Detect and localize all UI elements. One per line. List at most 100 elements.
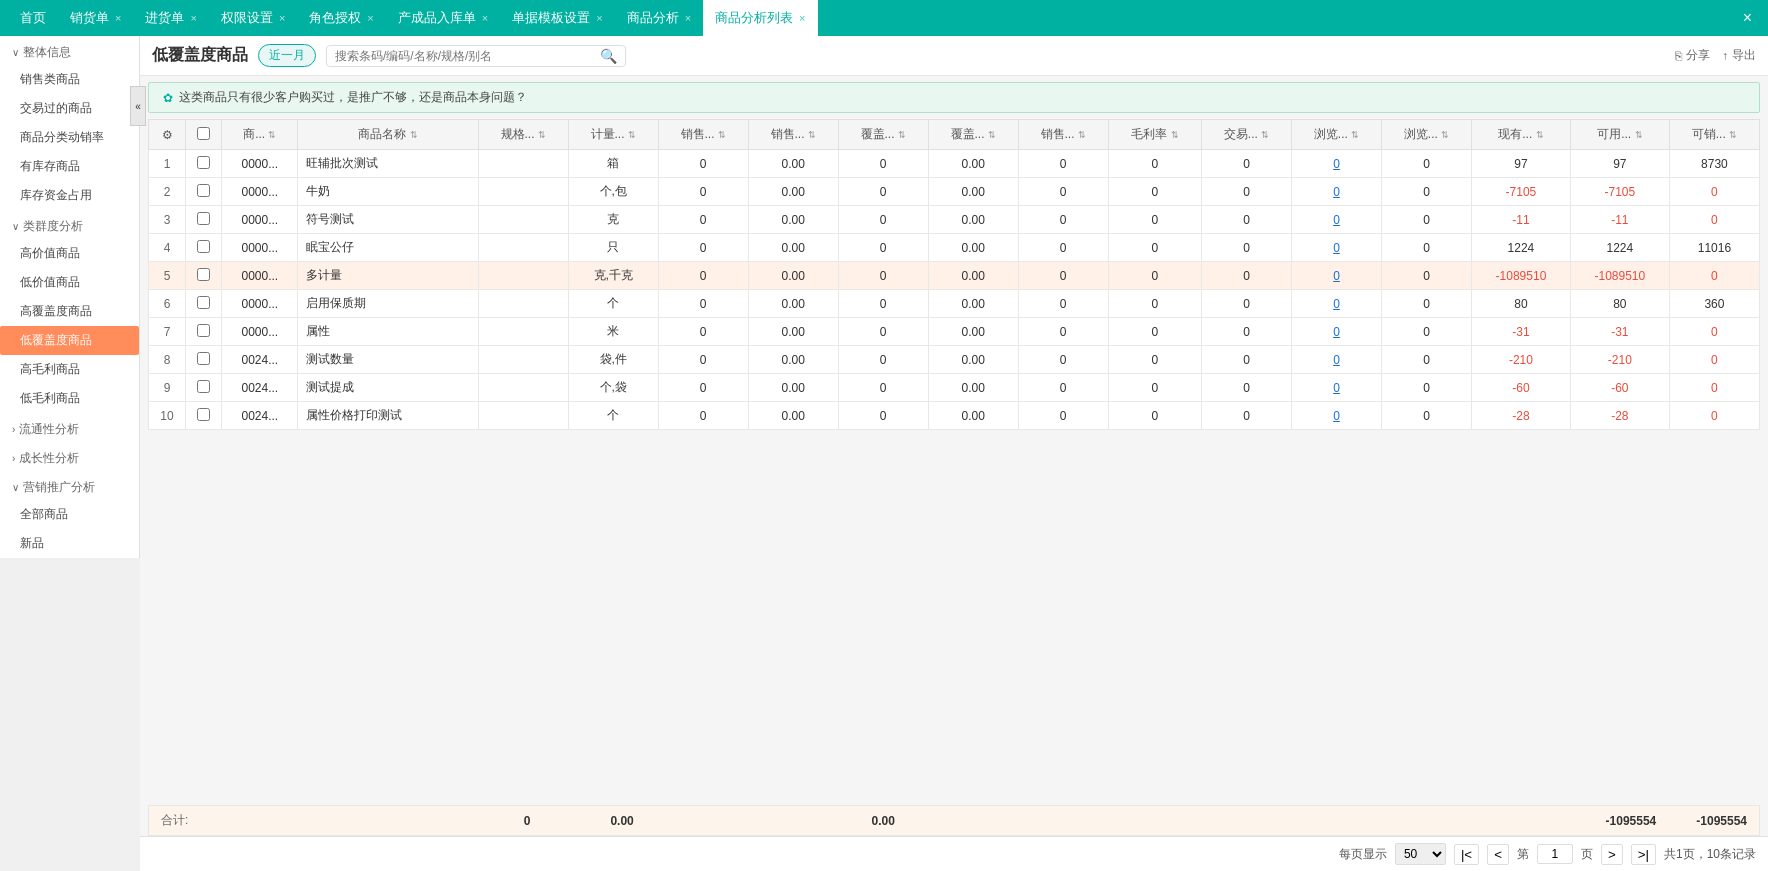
close-icon[interactable]: × <box>190 12 196 24</box>
sidebar-section-class-analysis[interactable]: ∨ 类群度分析 <box>0 210 139 239</box>
close-icon[interactable]: × <box>115 12 121 24</box>
sidebar-item-low-coverage[interactable]: 低覆盖度商品 <box>0 326 139 355</box>
sidebar-item-traded-goods[interactable]: 交易过的商品 <box>0 94 139 123</box>
close-icon[interactable]: × <box>596 12 602 24</box>
cell-checkbox[interactable] <box>186 206 222 234</box>
nav-tab-analysis-list[interactable]: 商品分析列表 × <box>703 0 817 36</box>
page-size-select[interactable]: 50 20 100 <box>1395 843 1446 865</box>
row-checkbox[interactable] <box>197 352 210 365</box>
nav-tab-sales[interactable]: 销货单 × <box>58 0 133 36</box>
first-page-button[interactable]: |< <box>1454 844 1479 865</box>
close-all-button[interactable]: × <box>1735 9 1760 27</box>
col-sales-amt[interactable]: 销售... ⇅ <box>748 120 838 150</box>
col-browse1[interactable]: 浏览... ⇅ <box>1292 120 1382 150</box>
browse-link[interactable]: 0 <box>1333 185 1340 199</box>
close-icon[interactable]: × <box>279 12 285 24</box>
col-stock1[interactable]: 现有... ⇅ <box>1472 120 1571 150</box>
cell-checkbox[interactable] <box>186 346 222 374</box>
nav-tab-purchase[interactable]: 进货单 × <box>133 0 208 36</box>
row-checkbox[interactable] <box>197 380 210 393</box>
cell-browse1[interactable]: 0 <box>1292 178 1382 206</box>
row-checkbox[interactable] <box>197 212 210 225</box>
cell-browse1[interactable]: 0 <box>1292 206 1382 234</box>
col-stock3[interactable]: 可销... ⇅ <box>1669 120 1759 150</box>
page-input[interactable] <box>1537 844 1573 864</box>
sidebar-item-inventory-capital[interactable]: 库存资金占用 <box>0 181 139 210</box>
nav-tab-analysis[interactable]: 商品分析 × <box>615 0 703 36</box>
cell-checkbox[interactable] <box>186 262 222 290</box>
browse-link[interactable]: 0 <box>1333 213 1340 227</box>
col-unit[interactable]: 计量... ⇅ <box>568 120 658 150</box>
col-spec[interactable]: 规格... ⇅ <box>478 120 568 150</box>
row-checkbox[interactable] <box>197 408 210 421</box>
row-checkbox[interactable] <box>197 184 210 197</box>
row-checkbox[interactable] <box>197 296 210 309</box>
export-button[interactable]: ↑ 导出 <box>1722 47 1756 64</box>
cell-checkbox[interactable] <box>186 178 222 206</box>
cell-browse1[interactable]: 0 <box>1292 402 1382 430</box>
row-checkbox[interactable] <box>197 156 210 169</box>
col-coverage2[interactable]: 覆盖... ⇅ <box>928 120 1018 150</box>
sidebar-item-high-value[interactable]: 高价值商品 <box>0 239 139 268</box>
browse-link[interactable]: 0 <box>1333 381 1340 395</box>
browse-link[interactable]: 0 <box>1333 297 1340 311</box>
sidebar-section-growth[interactable]: › 成长性分析 <box>0 442 139 471</box>
browse-link[interactable]: 0 <box>1333 241 1340 255</box>
cell-checkbox[interactable] <box>186 150 222 178</box>
col-sales-qty[interactable]: 销售... ⇅ <box>658 120 748 150</box>
row-checkbox[interactable] <box>197 324 210 337</box>
search-input[interactable] <box>335 49 600 63</box>
sidebar-item-sales-goods[interactable]: 销售类商品 <box>0 65 139 94</box>
col-coverage1[interactable]: 覆盖... ⇅ <box>838 120 928 150</box>
cell-browse1[interactable]: 0 <box>1292 262 1382 290</box>
cell-checkbox[interactable] <box>186 318 222 346</box>
nav-tab-template[interactable]: 单据模板设置 × <box>500 0 614 36</box>
select-all-checkbox[interactable] <box>197 127 210 140</box>
sidebar-section-liquidity[interactable]: › 流通性分析 <box>0 413 139 442</box>
browse-link[interactable]: 0 <box>1333 269 1340 283</box>
sidebar-item-low-gross[interactable]: 低毛利商品 <box>0 384 139 413</box>
last-page-button[interactable]: >| <box>1631 844 1656 865</box>
sidebar-item-new-goods[interactable]: 新品 <box>0 529 139 558</box>
col-gear[interactable]: ⚙ <box>149 120 186 150</box>
nav-tab-role[interactable]: 角色授权 × <box>297 0 385 36</box>
col-checkbox[interactable] <box>186 120 222 150</box>
browse-link[interactable]: 0 <box>1333 157 1340 171</box>
col-gross[interactable]: 毛利率 ⇅ <box>1108 120 1201 150</box>
browse-link[interactable]: 0 <box>1333 409 1340 423</box>
col-sales3[interactable]: 销售... ⇅ <box>1018 120 1108 150</box>
prev-page-button[interactable]: < <box>1487 844 1509 865</box>
sidebar-item-all-goods[interactable]: 全部商品 <box>0 500 139 529</box>
cell-browse1[interactable]: 0 <box>1292 346 1382 374</box>
settings-icon[interactable]: ⚙ <box>162 128 173 142</box>
sidebar-item-in-stock[interactable]: 有库存商品 <box>0 152 139 181</box>
col-trade[interactable]: 交易... ⇅ <box>1202 120 1292 150</box>
row-checkbox[interactable] <box>197 268 210 281</box>
col-stock2[interactable]: 可用... ⇅ <box>1570 120 1669 150</box>
sidebar-section-overall[interactable]: ∨ 整体信息 <box>0 36 139 65</box>
close-icon[interactable]: × <box>367 12 373 24</box>
close-icon[interactable]: × <box>799 12 805 24</box>
sidebar-item-category-rate[interactable]: 商品分类动销率 <box>0 123 139 152</box>
share-button[interactable]: ⎘ 分享 <box>1675 47 1710 64</box>
sidebar-item-low-value[interactable]: 低价值商品 <box>0 268 139 297</box>
filter-button[interactable]: 近一月 <box>258 44 316 67</box>
browse-link[interactable]: 0 <box>1333 325 1340 339</box>
cell-browse1[interactable]: 0 <box>1292 150 1382 178</box>
cell-browse1[interactable]: 0 <box>1292 290 1382 318</box>
nav-tab-home[interactable]: 首页 <box>8 0 58 36</box>
close-icon[interactable]: × <box>685 12 691 24</box>
sidebar-item-high-gross[interactable]: 高毛利商品 <box>0 355 139 384</box>
sidebar-collapse-button[interactable]: « <box>130 86 146 126</box>
cell-browse1[interactable]: 0 <box>1292 374 1382 402</box>
col-name[interactable]: 商品名称 ⇅ <box>298 120 479 150</box>
cell-browse1[interactable]: 0 <box>1292 234 1382 262</box>
nav-tab-permission[interactable]: 权限设置 × <box>209 0 297 36</box>
sidebar-section-marketing[interactable]: ∨ 营销推广分析 <box>0 471 139 500</box>
cell-checkbox[interactable] <box>186 290 222 318</box>
nav-tab-product-in[interactable]: 产成品入库单 × <box>386 0 500 36</box>
col-browse2[interactable]: 浏览... ⇅ <box>1382 120 1472 150</box>
sidebar-item-high-coverage[interactable]: 高覆盖度商品 <box>0 297 139 326</box>
col-code[interactable]: 商... ⇅ <box>222 120 298 150</box>
browse-link[interactable]: 0 <box>1333 353 1340 367</box>
